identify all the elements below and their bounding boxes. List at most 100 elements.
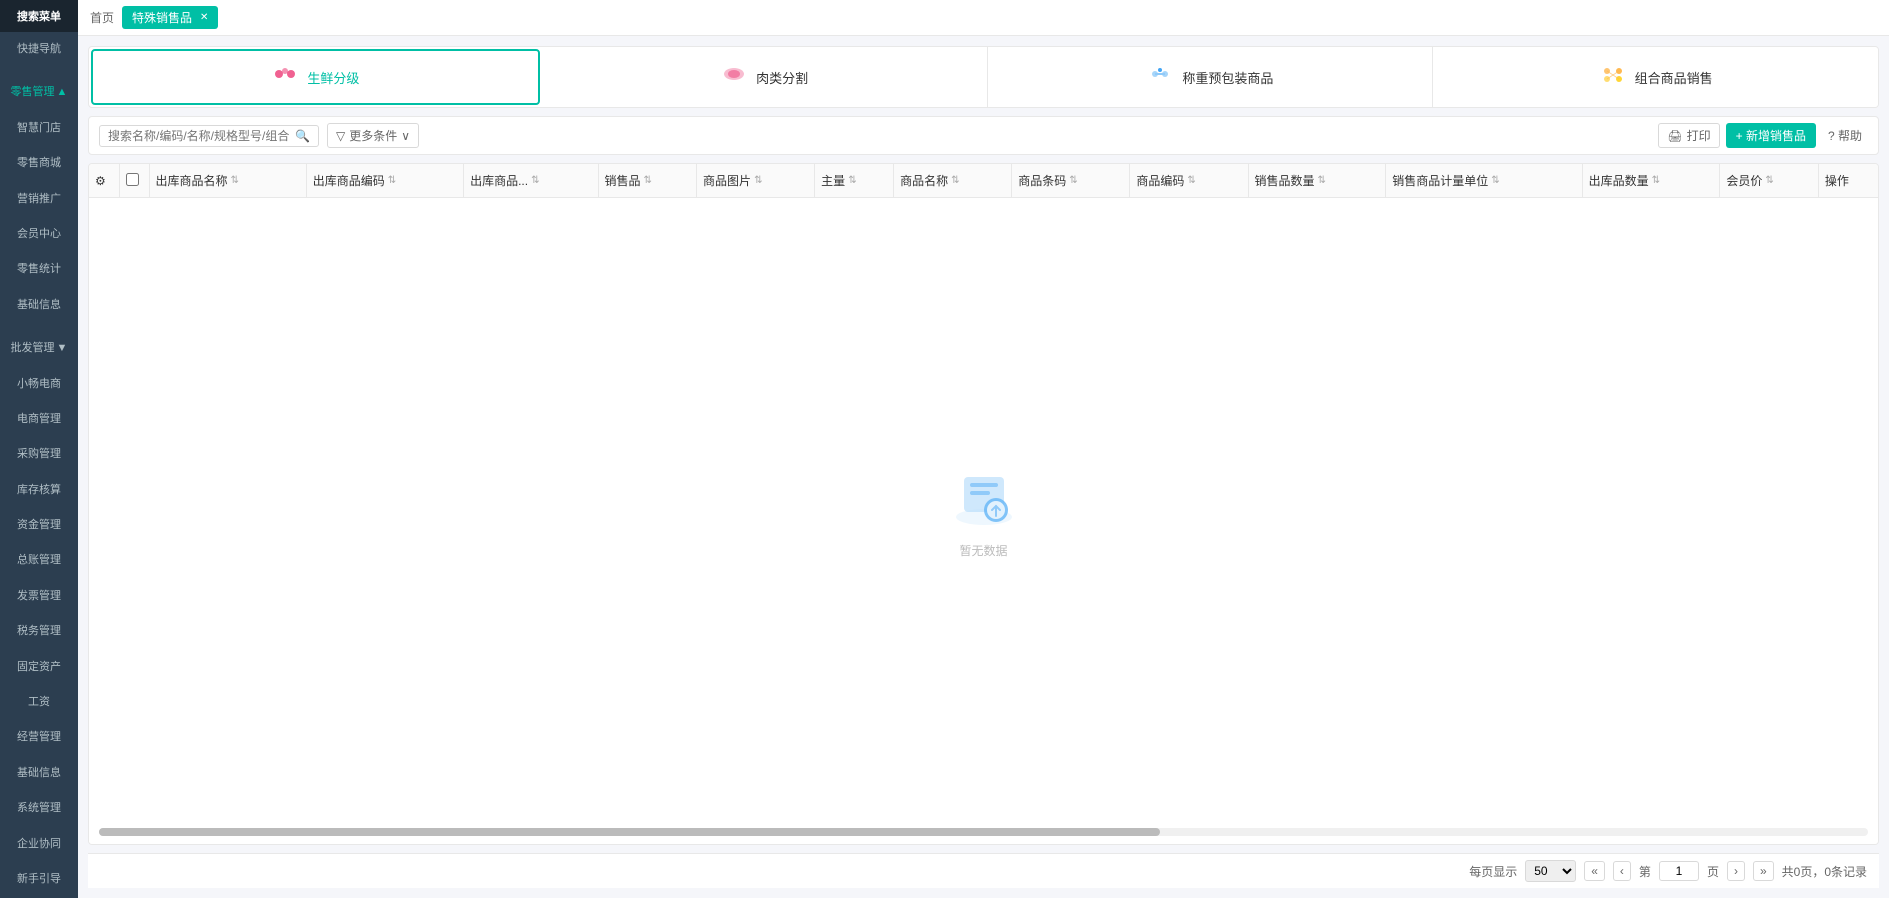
printer-icon: 🖨 xyxy=(1667,129,1682,143)
sort-icon-outlet-name[interactable]: ⇅ xyxy=(231,175,239,186)
sidebar-item-ecommerce[interactable]: 电商管理 xyxy=(0,402,78,437)
select-all-checkbox[interactable] xyxy=(126,173,139,186)
sort-icon-image[interactable]: ⇅ xyxy=(754,175,762,186)
nav-tab-special-sales[interactable]: 特殊销售品 ✕ xyxy=(122,6,218,29)
sidebar-item-retail-stats[interactable]: 零售统计 xyxy=(0,252,78,287)
page-content: 生鲜分级 肉类分割 xyxy=(78,36,1889,898)
th-sales-qty[interactable]: 销售品数量 ⇅ xyxy=(1248,164,1386,198)
sidebar-item-marketing[interactable]: 营销推广 xyxy=(0,182,78,217)
sort-icon-sales-qty[interactable]: ⇅ xyxy=(1318,175,1326,186)
sidebar-item-biz-mgmt[interactable]: 经营管理 xyxy=(0,720,78,755)
search-input[interactable] xyxy=(108,129,291,143)
sidebar-item-tax[interactable]: 税务管理 xyxy=(0,614,78,649)
th-sales-unit[interactable]: 销售商品计量单位 ⇅ xyxy=(1386,164,1582,198)
per-page-select[interactable]: 50 10 20 100 xyxy=(1525,860,1576,882)
toolbar-left: 🔍 ▽ 更多条件 ∨ xyxy=(99,123,419,148)
per-page-label: 每页显示 xyxy=(1469,863,1517,880)
sidebar-item-smart-store[interactable]: 智慧门店 xyxy=(0,111,78,146)
close-tab-icon[interactable]: ✕ xyxy=(200,12,208,23)
sort-icon-sales-unit[interactable]: ⇅ xyxy=(1491,175,1499,186)
sidebar-item-fixed-assets[interactable]: 固定资产 xyxy=(0,650,78,685)
sidebar-item-beginner[interactable]: 新手引导 xyxy=(0,862,78,897)
th-outlet-name[interactable]: 出库商品名称 ⇅ xyxy=(149,164,306,198)
scrollbar-thumb[interactable] xyxy=(99,828,1160,836)
sidebar-item-purchase[interactable]: 采购管理 xyxy=(0,437,78,472)
last-page-button[interactable]: » xyxy=(1753,861,1774,881)
th-member-price[interactable]: 会员价 ⇅ xyxy=(1720,164,1819,198)
cat-tab-combo-label: 组合商品销售 xyxy=(1635,68,1713,87)
th-outlet-spec[interactable]: 出库商品... ⇅ xyxy=(464,164,598,198)
filter-button[interactable]: ▽ 更多条件 ∨ xyxy=(327,123,419,148)
sidebar-item-salary[interactable]: 工资 xyxy=(0,685,78,720)
th-main-weight[interactable]: 主量 ⇅ xyxy=(815,164,894,198)
sidebar-item-base-info-2[interactable]: 基础信息 xyxy=(0,756,78,791)
sort-icon-goods-code[interactable]: ⇅ xyxy=(1187,175,1195,186)
sidebar: 搜索菜单 快捷导航 零售管理 ▲ 智慧门店 零售商城 营销推广 会员中心 零售统… xyxy=(0,0,78,898)
th-outlet-qty[interactable]: 出库品数量 ⇅ xyxy=(1582,164,1720,198)
sort-icon-goods-name[interactable]: ⇅ xyxy=(951,175,959,186)
sidebar-item-retail-mall[interactable]: 零售商城 xyxy=(0,146,78,181)
cat-tab-combo[interactable]: 组合商品销售 xyxy=(1433,47,1878,107)
th-image[interactable]: 商品图片 ⇅ xyxy=(697,164,815,198)
sidebar-item-ecommerce-small[interactable]: 小畅电商 xyxy=(0,367,78,402)
sort-icon-outlet-spec[interactable]: ⇅ xyxy=(531,175,539,186)
page-input[interactable] xyxy=(1659,861,1699,881)
meat-icon xyxy=(720,63,748,91)
cat-tab-fresh[interactable]: 生鲜分级 xyxy=(91,49,540,105)
th-goods-name[interactable]: 商品名称 ⇅ xyxy=(894,164,1012,198)
toolbar-right: 🖨 打印 + 新增销售品 ? 帮助 xyxy=(1658,123,1868,148)
sidebar-item-invoice[interactable]: 发票管理 xyxy=(0,579,78,614)
cat-tab-fresh-label: 生鲜分级 xyxy=(307,68,359,87)
sort-icon-outlet-code[interactable]: ⇅ xyxy=(388,175,396,186)
help-icon: ? xyxy=(1828,129,1835,143)
th-checkbox[interactable] xyxy=(119,164,149,198)
sidebar-item-inventory[interactable]: 库存核算 xyxy=(0,473,78,508)
empty-state: 暂无数据 xyxy=(89,198,1878,822)
page-label: 第 xyxy=(1639,863,1651,880)
th-sales-item[interactable]: 销售品 ⇅ xyxy=(598,164,697,198)
cat-tab-weight[interactable]: 称重预包装商品 xyxy=(988,47,1434,107)
sort-icon-main-weight[interactable]: ⇅ xyxy=(848,175,856,186)
th-goods-barcode[interactable]: 商品条码 ⇅ xyxy=(1012,164,1130,198)
sidebar-item-finance[interactable]: 资金管理 xyxy=(0,508,78,543)
th-goods-code[interactable]: 商品编码 ⇅ xyxy=(1130,164,1248,198)
sidebar-item-enterprise[interactable]: 企业协同 xyxy=(0,827,78,862)
sort-icon-goods-barcode[interactable]: ⇅ xyxy=(1069,175,1077,186)
search-icon[interactable]: 🔍 xyxy=(295,129,310,143)
sidebar-logo[interactable]: 搜索菜单 xyxy=(0,0,78,32)
scrollbar-track[interactable] xyxy=(99,828,1868,836)
th-actions: 操作 xyxy=(1818,164,1878,198)
next-page-button[interactable]: › xyxy=(1727,861,1745,881)
sort-icon-outlet-qty[interactable]: ⇅ xyxy=(1652,175,1660,186)
empty-text: 暂无数据 xyxy=(959,542,1007,559)
th-setting[interactable]: ⚙ xyxy=(89,164,119,198)
first-page-button[interactable]: « xyxy=(1584,861,1605,881)
horizontal-scrollbar[interactable] xyxy=(89,822,1878,844)
sort-icon-sales-item[interactable]: ⇅ xyxy=(644,175,652,186)
pagination: 每页显示 50 10 20 100 « ‹ 第 页 › » 共0页，0条记录 xyxy=(88,853,1879,888)
gear-icon[interactable]: ⚙ xyxy=(95,174,106,188)
sidebar-item-quick-nav[interactable]: 快捷导航 xyxy=(0,32,78,67)
combo-icon xyxy=(1599,63,1627,91)
cat-tab-meat-label: 肉类分割 xyxy=(756,68,808,87)
sidebar-item-base-info-1[interactable]: 基础信息 xyxy=(0,288,78,323)
sort-icon-member-price[interactable]: ⇅ xyxy=(1765,175,1773,186)
fresh-icon xyxy=(271,63,299,91)
th-outlet-code[interactable]: 出库商品编码 ⇅ xyxy=(306,164,463,198)
weight-icon xyxy=(1146,63,1174,91)
help-button[interactable]: ? 帮助 xyxy=(1822,124,1868,147)
toolbar: 🔍 ▽ 更多条件 ∨ 🖨 打印 + 新增销售品 ? 帮助 xyxy=(88,116,1879,155)
sidebar-item-ledger[interactable]: 总账管理 xyxy=(0,543,78,578)
prev-page-button[interactable]: ‹ xyxy=(1613,861,1631,881)
sidebar-item-wholesale[interactable]: 批发管理 ▼ xyxy=(0,331,78,366)
data-table: ⚙ 出库商品名称 ⇅ 出库商 xyxy=(89,164,1878,198)
search-box[interactable]: 🔍 xyxy=(99,125,319,147)
print-button[interactable]: 🖨 打印 xyxy=(1658,123,1719,148)
cat-tab-meat[interactable]: 肉类分割 xyxy=(542,47,988,107)
nav-home[interactable]: 首页 xyxy=(90,9,114,26)
add-sales-item-button[interactable]: + 新增销售品 xyxy=(1726,123,1816,148)
sidebar-item-sys-mgmt[interactable]: 系统管理 xyxy=(0,791,78,826)
sidebar-item-retail[interactable]: 零售管理 ▲ xyxy=(0,75,78,110)
main-content: 首页 特殊销售品 ✕ 生鲜分级 xyxy=(78,0,1889,898)
sidebar-item-member[interactable]: 会员中心 xyxy=(0,217,78,252)
